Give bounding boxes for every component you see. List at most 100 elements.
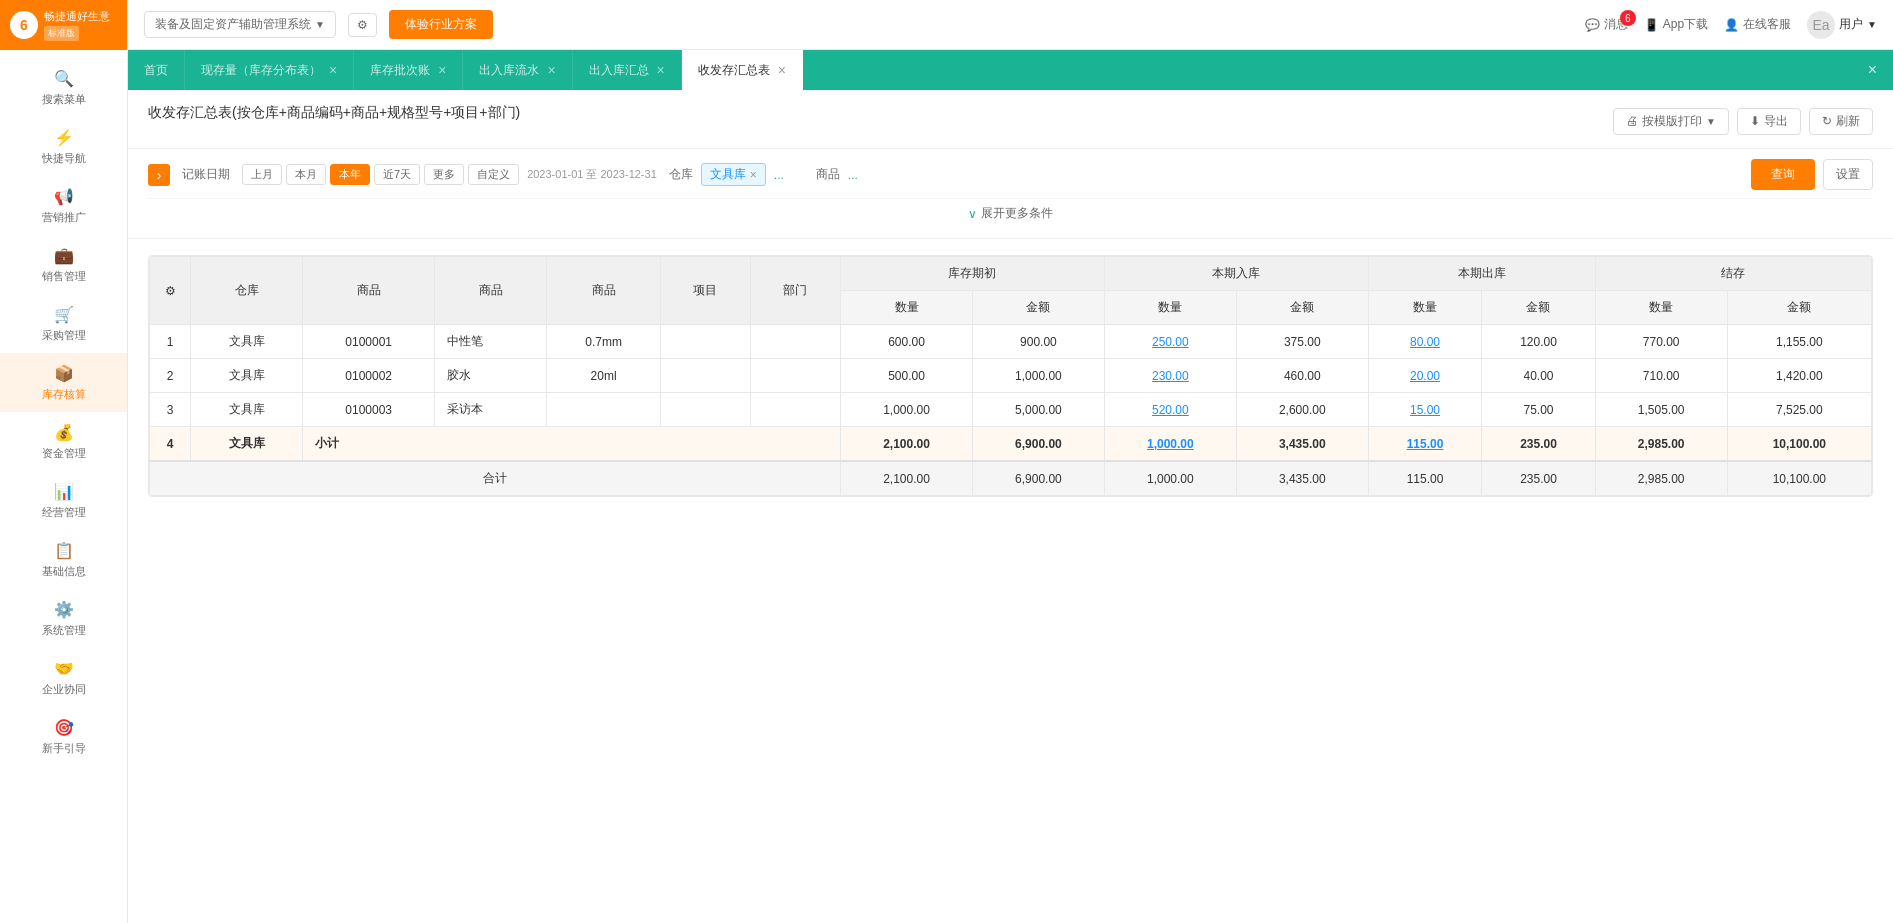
cell-in-qty[interactable]: 230.00	[1104, 359, 1236, 393]
tab-inventory-dist[interactable]: 现存量（库存分布表） ×	[185, 50, 354, 90]
settings-btn[interactable]: 设置	[1823, 159, 1873, 190]
refresh-button[interactable]: ↻ 刷新	[1809, 108, 1873, 135]
tab-batch-account-close[interactable]: ×	[438, 63, 446, 77]
sidebar-item-operations[interactable]: 📊 经营管理	[0, 471, 127, 530]
subtotal-in-qty[interactable]: 1,000.00	[1104, 427, 1236, 462]
sidebar-item-purchase[interactable]: 🛒 采购管理	[0, 294, 127, 353]
message-action[interactable]: 💬 消息 6	[1585, 16, 1628, 33]
sidebar-item-system[interactable]: ⚙️ 系统管理	[0, 589, 127, 648]
commodity-more[interactable]: ...	[848, 168, 858, 182]
sidebar-item-basic[interactable]: 📋 基础信息	[0, 530, 127, 589]
sidebar-item-finance[interactable]: 💰 资金管理	[0, 412, 127, 471]
tab-batch-account[interactable]: 库存批次账 ×	[354, 50, 463, 90]
cell-out-qty[interactable]: 15.00	[1368, 393, 1482, 427]
sidebar-item-search[interactable]: 🔍 搜索菜单	[0, 58, 127, 117]
data-table-container: ⚙ 仓库 商品 商品 商品 项目 部门 库存期初 本期入库 本期出库 结存	[148, 255, 1873, 497]
table-row: 1 文具库 0100001 中性笔 0.7mm 600.00 900.00 25…	[150, 325, 1872, 359]
tab-in-out-summary-close[interactable]: ×	[657, 63, 665, 77]
th-dept: 部门	[750, 257, 840, 325]
cell-in-qty[interactable]: 520.00	[1104, 393, 1236, 427]
export-icon: ⬇	[1750, 114, 1760, 128]
quicknav-icon: ⚡	[54, 127, 74, 147]
th-spec: 商品	[547, 257, 660, 325]
date-btn-7days[interactable]: 近7天	[374, 164, 420, 185]
in-qty-link[interactable]: 520.00	[1152, 403, 1189, 417]
settings-button[interactable]: ⚙	[348, 13, 377, 37]
print-button[interactable]: 🖨 按模版打印 ▼	[1613, 108, 1729, 135]
sidebar-item-quicknav[interactable]: ⚡ 快捷导航	[0, 117, 127, 176]
user-menu[interactable]: Ea 用户 ▼	[1807, 11, 1877, 39]
logo-app-name: 畅捷通好生意	[44, 9, 110, 24]
in-qty-link[interactable]: 230.00	[1152, 369, 1189, 383]
filter-section: › 记账日期 上月 本月 本年 近7天 更多 自定义 2023-01-01 至 …	[128, 148, 1893, 239]
table-settings-icon[interactable]: ⚙	[162, 283, 178, 299]
sidebar-item-guide[interactable]: 🎯 新手引导	[0, 707, 127, 766]
header-actions: 💬 消息 6 📱 App下载 👤 在线客服 Ea 用户 ▼	[1585, 11, 1877, 39]
date-btn-this-month[interactable]: 本月	[286, 164, 326, 185]
total-opening-amt: 6,900.00	[972, 461, 1104, 496]
cell-project	[660, 359, 750, 393]
sidebar-item-cooperation[interactable]: 🤝 企业协同	[0, 648, 127, 707]
cell-opening-amt: 5,000.00	[972, 393, 1104, 427]
tab-recv-send-summary-close[interactable]: ×	[778, 63, 786, 77]
subtotal-opening-qty: 2,100.00	[841, 427, 973, 462]
cell-dept	[750, 359, 840, 393]
sidebar-item-marketing[interactable]: 📢 营销推广	[0, 176, 127, 235]
app-download-action[interactable]: 📱 App下载	[1644, 16, 1708, 33]
date-btn-custom[interactable]: 自定义	[468, 164, 519, 185]
system-name: 装备及固定资产辅助管理系统	[155, 16, 311, 33]
date-btn-this-year[interactable]: 本年	[330, 164, 370, 185]
total-opening-qty: 2,100.00	[841, 461, 973, 496]
logo-area: 6 畅捷通好生意 标准版	[0, 0, 127, 50]
warehouse-tag: 文具库 ×	[701, 163, 766, 186]
warehouse-tag-close[interactable]: ×	[750, 168, 757, 182]
online-service-action[interactable]: 👤 在线客服	[1724, 16, 1791, 33]
out-qty-link[interactable]: 80.00	[1410, 335, 1440, 349]
th-out-qty: 数量	[1368, 291, 1482, 325]
system-selector[interactable]: 装备及固定资产辅助管理系统 ▼	[144, 11, 336, 38]
sidebar-item-purchase-label: 采购管理	[42, 328, 86, 343]
cell-in-qty[interactable]: 250.00	[1104, 325, 1236, 359]
sidebar-menu: 🔍 搜索菜单 ⚡ 快捷导航 📢 营销推广 💼 销售管理 🛒 采购管理 📦 库存核…	[0, 50, 127, 923]
warehouse-more[interactable]: ...	[774, 168, 784, 182]
cell-opening-amt: 1,000.00	[972, 359, 1104, 393]
tab-in-out-summary[interactable]: 出入库汇总 ×	[573, 50, 682, 90]
purchase-icon: 🛒	[54, 304, 74, 324]
tab-recv-send-summary[interactable]: 收发存汇总表 ×	[682, 50, 803, 90]
date-btn-last-month[interactable]: 上月	[242, 164, 282, 185]
sidebar: 6 畅捷通好生意 标准版 🔍 搜索菜单 ⚡ 快捷导航 📢 营销推广 💼 销售管理…	[0, 0, 128, 923]
total-in-qty: 1,000.00	[1104, 461, 1236, 496]
subtotal-in-qty-link[interactable]: 1,000.00	[1147, 437, 1194, 451]
chevron-down-icon: ∨	[968, 207, 977, 221]
cell-name: 采访本	[435, 393, 547, 427]
tab-in-out-flow-label: 出入库流水	[479, 62, 539, 79]
th-warehouse: 仓库	[191, 257, 303, 325]
query-button[interactable]: 查询	[1751, 159, 1815, 190]
tab-home-label: 首页	[144, 62, 168, 79]
subtotal-out-qty-link[interactable]: 115.00	[1407, 437, 1444, 451]
cell-in-amt: 2,600.00	[1236, 393, 1368, 427]
tab-close-all[interactable]: ×	[1852, 50, 1893, 90]
sidebar-item-sales[interactable]: 💼 销售管理	[0, 235, 127, 294]
out-qty-link[interactable]: 20.00	[1410, 369, 1440, 383]
cell-out-qty[interactable]: 20.00	[1368, 359, 1482, 393]
export-button[interactable]: ⬇ 导出	[1737, 108, 1801, 135]
tabbar: 首页 现存量（库存分布表） × 库存批次账 × 出入库流水 × 出入库汇总 × …	[128, 50, 1893, 90]
tab-in-out-flow[interactable]: 出入库流水 ×	[463, 50, 572, 90]
sidebar-item-cooperation-label: 企业协同	[42, 682, 86, 697]
in-qty-link[interactable]: 250.00	[1152, 335, 1189, 349]
subtotal-out-qty[interactable]: 115.00	[1368, 427, 1482, 462]
subtotal-balance-amt: 10,100.00	[1727, 427, 1871, 462]
out-qty-link[interactable]: 15.00	[1410, 403, 1440, 417]
cell-out-qty[interactable]: 80.00	[1368, 325, 1482, 359]
sidebar-item-inventory[interactable]: 📦 库存核算	[0, 353, 127, 412]
try-button[interactable]: 体验行业方案	[389, 10, 493, 39]
sidebar-item-system-label: 系统管理	[42, 623, 86, 638]
tab-inventory-dist-close[interactable]: ×	[329, 63, 337, 77]
tab-in-out-flow-close[interactable]: ×	[547, 63, 555, 77]
date-btn-more[interactable]: 更多	[424, 164, 464, 185]
filter-toggle-button[interactable]: ›	[148, 164, 170, 186]
sidebar-item-marketing-label: 营销推广	[42, 210, 86, 225]
expand-more-button[interactable]: ∨ 展开更多条件	[968, 205, 1053, 222]
tab-home[interactable]: 首页	[128, 50, 185, 90]
